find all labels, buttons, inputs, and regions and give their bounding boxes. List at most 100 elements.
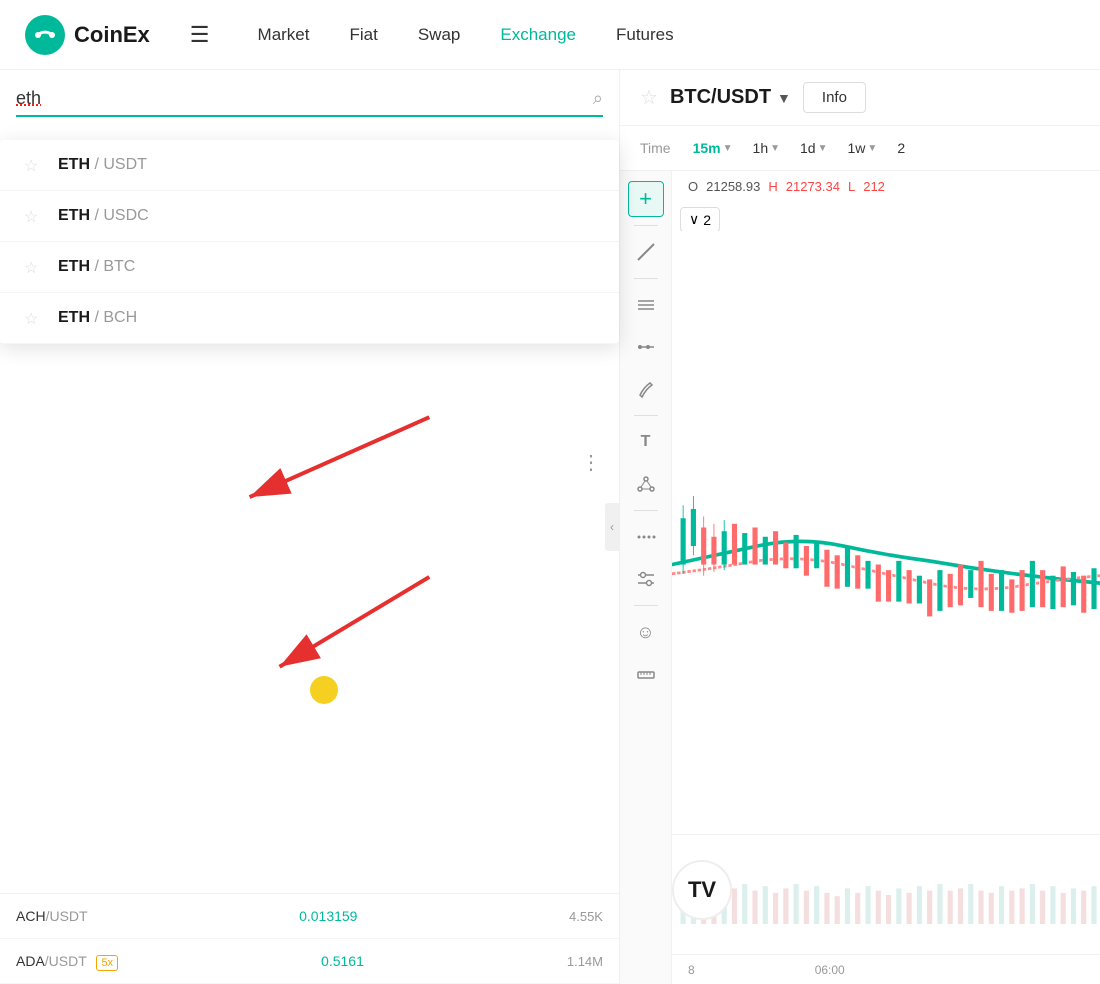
search-wrapper: ⌕	[16, 88, 603, 117]
nodes-tool[interactable]	[628, 466, 664, 502]
chart-pair-title: BTC/USDT ▼	[670, 86, 791, 109]
hamburger-menu[interactable]: ☰	[190, 22, 210, 48]
list-item-ach[interactable]: ACH/USDT 0.013159 4.55K	[0, 894, 619, 939]
chart-toolbar: +	[620, 171, 672, 984]
dropdown-item-eth-usdt[interactable]: ☆ ETH / USDT	[0, 140, 619, 191]
nav-swap[interactable]: Swap	[418, 25, 461, 45]
pair-base: ETH	[58, 258, 90, 275]
search-input[interactable]	[16, 88, 603, 109]
price-ach: 0.013159	[299, 908, 357, 924]
collapse-handle[interactable]: ‹	[605, 503, 619, 551]
pair-quote-ada: /USDT	[45, 953, 87, 969]
dots-line-tool[interactable]	[628, 519, 664, 555]
crosshair-tool[interactable]: +	[628, 181, 664, 217]
leverage-badge-ada: 5x	[96, 955, 118, 971]
zoom-control[interactable]: ∨ 2	[680, 207, 720, 232]
candle-open-value: 21258.93	[706, 179, 760, 194]
candle-high-label: H	[768, 179, 777, 194]
vol-ada: 1.14M	[567, 954, 603, 969]
time-controls: Time 15m ▼ 1h ▼ 1d ▼ 1w ▼ 2	[620, 126, 1100, 171]
interval-15m[interactable]: 15m ▼	[685, 136, 741, 160]
toolbar-separator-5	[634, 605, 658, 606]
text-tool[interactable]: T	[628, 424, 664, 460]
yellow-dot	[310, 676, 338, 704]
nav-futures[interactable]: Futures	[616, 25, 674, 45]
time-axis: 8 06:00	[672, 954, 1100, 984]
pair-quote: / USDC	[90, 207, 149, 224]
vol-ach: 4.55K	[569, 909, 603, 924]
candle-low-label: L	[848, 179, 855, 194]
logo-text: CoinEx	[74, 22, 150, 48]
favorite-star-btn[interactable]: ☆	[640, 85, 658, 110]
horizontal-line-tool[interactable]	[628, 287, 664, 323]
search-area: ⌕	[0, 70, 619, 117]
pair-label-eth-usdc: ETH / USDC	[58, 207, 149, 225]
pair-ach: ACH/USDT	[16, 908, 88, 924]
channel-tool[interactable]	[628, 329, 664, 365]
volume-chart	[672, 835, 1100, 924]
pair-base: ETH	[58, 156, 90, 173]
search-icon[interactable]: ⌕	[593, 88, 603, 109]
pair-quote: / USDT	[90, 156, 147, 173]
chart-header: ☆ BTC/USDT ▼ Info	[620, 70, 1100, 126]
candlestick-chart	[672, 231, 1100, 824]
candle-data-bar: O 21258.93 H 21273.34 L 212	[672, 171, 1100, 202]
header: CoinEx ☰ Market Fiat Swap Exchange Futur…	[0, 0, 1100, 70]
price-ada: 0.5161	[321, 953, 364, 969]
interval-1d[interactable]: 1d ▼	[792, 136, 835, 160]
pair-label-eth-bch: ETH / BCH	[58, 309, 137, 327]
logo: CoinEx	[24, 14, 150, 56]
list-item-ada[interactable]: ADA/USDT 5x 0.5161 1.14M	[0, 939, 619, 984]
toolbar-separator-3	[634, 415, 658, 416]
chart-area: +	[620, 171, 1100, 984]
left-panel: ⌕ ☆ ETH / USDT ☆ ETH / USDC ☆ ETH / BTC	[0, 70, 620, 984]
toolbar-separator-1	[634, 225, 658, 226]
star-icon-eth-usdt[interactable]: ☆	[24, 156, 42, 174]
logo-icon	[24, 14, 66, 56]
pair-quote: / BCH	[90, 309, 137, 326]
ruler-tool[interactable]	[628, 656, 664, 692]
asset-list: ACH/USDT 0.013159 4.55K ADA/USDT 5x 0.51…	[0, 893, 619, 984]
info-button[interactable]: Info	[803, 82, 866, 113]
more-options-icon[interactable]: ⋮	[581, 450, 603, 475]
dropdown-item-eth-btc[interactable]: ☆ ETH / BTC	[0, 242, 619, 293]
time-tick-8: 8	[688, 963, 695, 977]
chart-canvas[interactable]	[672, 231, 1100, 824]
interval-1h[interactable]: 1h ▼	[745, 136, 788, 160]
emoji-tool[interactable]: ☺	[628, 614, 664, 650]
chart-pair-label: BTC/USDT	[670, 86, 771, 109]
nav-exchange[interactable]: Exchange	[500, 25, 576, 45]
pair-base: ETH	[58, 207, 90, 224]
dropdown-item-eth-usdc[interactable]: ☆ ETH / USDC	[0, 191, 619, 242]
pair-label-eth-usdt: ETH / USDT	[58, 156, 147, 174]
trend-line-tool[interactable]	[628, 234, 664, 270]
brush-tool[interactable]	[628, 371, 664, 407]
candle-low-value: 212	[863, 179, 885, 194]
pair-quote-ach: /USDT	[46, 908, 88, 924]
toolbar-separator-2	[634, 278, 658, 279]
sliders-tool[interactable]	[628, 561, 664, 597]
star-icon-eth-usdc[interactable]: ☆	[24, 207, 42, 225]
pair-quote: / BTC	[90, 258, 135, 275]
candle-high-value: 21273.34	[786, 179, 840, 194]
zoom-value: 2	[703, 212, 711, 228]
search-dropdown: ☆ ETH / USDT ☆ ETH / USDC ☆ ETH / BTC ☆	[0, 140, 619, 344]
toolbar-separator-4	[634, 510, 658, 511]
zoom-arrow: ∨	[689, 211, 699, 228]
pair-dropdown-arrow[interactable]: ▼	[777, 90, 791, 106]
candle-open-label: O	[688, 179, 698, 194]
main-container: ⌕ ☆ ETH / USDT ☆ ETH / USDC ☆ ETH / BTC	[0, 70, 1100, 984]
pair-base: ETH	[58, 309, 90, 326]
interval-more[interactable]: 2	[889, 136, 913, 160]
interval-1w[interactable]: 1w ▼	[840, 136, 886, 160]
right-panel: ☆ BTC/USDT ▼ Info Time 15m ▼ 1h ▼ 1d ▼	[620, 70, 1100, 984]
pair-ada: ADA/USDT 5x	[16, 953, 118, 969]
star-icon-eth-bch[interactable]: ☆	[24, 309, 42, 327]
nav-fiat[interactable]: Fiat	[350, 25, 378, 45]
star-icon-eth-btc[interactable]: ☆	[24, 258, 42, 276]
time-label: Time	[640, 140, 671, 156]
nav-market[interactable]: Market	[258, 25, 310, 45]
tradingview-watermark: TV	[672, 860, 732, 920]
volume-area	[672, 834, 1100, 924]
dropdown-item-eth-bch[interactable]: ☆ ETH / BCH	[0, 293, 619, 344]
